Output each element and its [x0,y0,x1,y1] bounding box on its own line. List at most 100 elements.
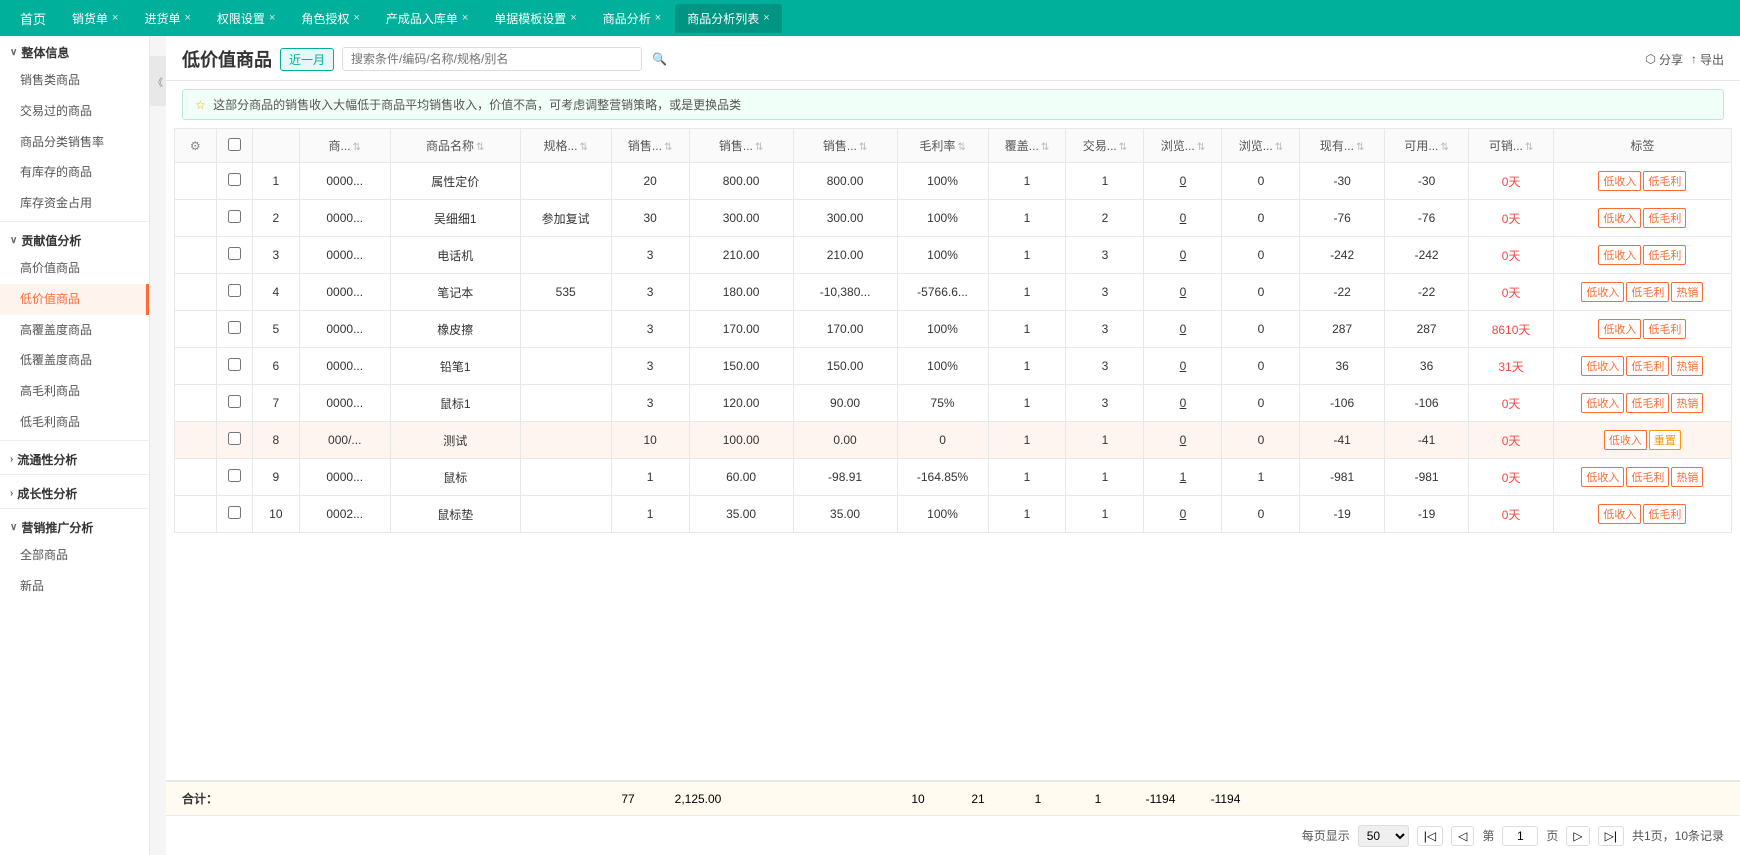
table-row: 5 0000... 橡皮擦 3 170.00 170.00 100% 1 3 0… [175,311,1732,348]
cell-checkbox[interactable] [216,163,252,200]
prev-page-button[interactable]: ◁ [1451,826,1474,846]
sidebar-item-low-value[interactable]: 低价值商品 [0,284,149,315]
search-icon[interactable]: 🔍 [652,52,667,66]
nav-home[interactable]: 首页 [8,3,58,34]
row-checkbox[interactable] [228,469,241,482]
cell-checkbox[interactable] [216,496,252,533]
views-link[interactable]: 0 [1180,174,1187,188]
sidebar-item-new-products[interactable]: 新品 [0,571,149,602]
cell-checkbox[interactable] [216,274,252,311]
views-link[interactable]: 0 [1180,433,1187,447]
export-icon: ↑ [1691,52,1697,66]
row-checkbox[interactable] [228,432,241,445]
settings-icon[interactable]: ⚙ [190,139,201,153]
share-button[interactable]: ⬡ 分享 [1645,51,1683,68]
row-checkbox[interactable] [228,395,241,408]
sidebar-group-marketing[interactable]: ∨ 营销推广分析 [0,511,149,540]
sidebar-item-high-margin[interactable]: 高毛利商品 [0,376,149,407]
row-checkbox[interactable] [228,506,241,519]
views-link[interactable]: 0 [1180,507,1187,521]
cell-qty: 3 [611,311,689,348]
row-checkbox[interactable] [228,173,241,186]
col-product-code[interactable]: 商...⇅ [299,129,390,163]
search-input[interactable] [342,47,642,71]
cell-checkbox[interactable] [216,459,252,496]
views-link[interactable]: 0 [1180,359,1187,373]
col-profit[interactable]: 销售...⇅ [793,129,897,163]
col-spec[interactable]: 规格...⇅ [520,129,611,163]
views-link[interactable]: 0 [1180,211,1187,225]
sidebar-group-contribution[interactable]: ∨ 贡献值分析 [0,224,149,253]
nav-close-icon[interactable]: × [763,12,769,24]
page-number-input[interactable] [1502,826,1538,846]
sidebar-item-inventory-capital[interactable]: 库存资金占用 [0,188,149,219]
export-button[interactable]: ↑ 导出 [1691,51,1724,68]
nav-sales-order[interactable]: 销货单 × [60,4,130,33]
nav-close-icon[interactable]: × [655,12,661,24]
nav-close-icon[interactable]: × [570,12,576,24]
cell-checkbox[interactable] [216,200,252,237]
filter-recent-month-button[interactable]: 近一月 [280,48,334,71]
sidebar-item-high-coverage[interactable]: 高覆盖度商品 [0,315,149,346]
nav-close-icon[interactable]: × [184,12,190,24]
nav-close-icon[interactable]: × [112,12,118,24]
sidebar-group-circulation[interactable]: › 流通性分析 [0,443,149,472]
row-checkbox[interactable] [228,321,241,334]
cell-checkbox[interactable] [216,311,252,348]
page-size-select[interactable]: 50 100 200 [1358,825,1409,847]
sidebar-item-in-stock-products[interactable]: 有库存的商品 [0,157,149,188]
sidebar-group-overall[interactable]: ∨ 整体信息 [0,36,149,65]
nav-close-icon[interactable]: × [462,12,468,24]
col-stock[interactable]: 现有...⇅ [1300,129,1384,163]
col-amount[interactable]: 销售...⇅ [689,129,793,163]
nav-close-icon[interactable]: × [269,12,275,24]
nav-template-settings[interactable]: 单据模板设置 × [482,4,588,33]
next-page-button[interactable]: ▷ [1566,826,1589,846]
views-link[interactable]: 0 [1180,285,1187,299]
col-days[interactable]: 可销...⇅ [1469,129,1553,163]
nav-role-auth[interactable]: 角色授权 × [289,4,371,33]
table-row: 2 0000... 吴细细1 参加复试 30 300.00 300.00 100… [175,200,1732,237]
col-coverage[interactable]: 覆盖...⇅ [988,129,1066,163]
col-transactions[interactable]: 交易...⇅ [1066,129,1144,163]
nav-purchase-order[interactable]: 进货单 × [132,4,202,33]
views-link[interactable]: 0 [1180,322,1187,336]
last-page-button[interactable]: ▷| [1598,826,1624,846]
col-qty[interactable]: 销售...⇅ [611,129,689,163]
cell-settings [175,274,217,311]
sidebar-item-category-sales-rate[interactable]: 商品分类销售率 [0,127,149,158]
sidebar-collapse-button[interactable]: 《 [150,56,166,106]
nav-product-analysis[interactable]: 商品分析 × [591,4,673,33]
sidebar-item-low-margin[interactable]: 低毛利商品 [0,407,149,438]
select-all-checkbox[interactable] [228,138,241,151]
nav-product-analysis-list[interactable]: 商品分析列表 × [675,4,781,33]
col-settings[interactable]: ⚙ [175,129,217,163]
sidebar-item-sales-products[interactable]: 销售类商品 [0,65,149,96]
nav-close-icon[interactable]: × [353,12,359,24]
cell-checkbox[interactable] [216,237,252,274]
first-page-button[interactable]: |◁ [1417,826,1443,846]
sidebar-group-growth[interactable]: › 成长性分析 [0,477,149,506]
sidebar-item-high-value[interactable]: 高价值商品 [0,253,149,284]
cell-checkbox[interactable] [216,385,252,422]
views-link[interactable]: 0 [1180,396,1187,410]
cell-checkbox[interactable] [216,422,252,459]
row-checkbox[interactable] [228,284,241,297]
col-views[interactable]: 浏览...⇅ [1144,129,1222,163]
nav-permissions[interactable]: 权限设置 × [205,4,287,33]
sidebar-item-low-coverage[interactable]: 低覆盖度商品 [0,345,149,376]
nav-product-inbound[interactable]: 产成品入库单 × [374,4,480,33]
cell-checkbox[interactable] [216,348,252,385]
sidebar-item-traded-products[interactable]: 交易过的商品 [0,96,149,127]
row-checkbox[interactable] [228,210,241,223]
row-checkbox[interactable] [228,247,241,260]
views-link[interactable]: 0 [1180,248,1187,262]
row-checkbox[interactable] [228,358,241,371]
col-avail[interactable]: 可用...⇅ [1384,129,1468,163]
col-view-conv[interactable]: 浏览...⇅ [1222,129,1300,163]
col-margin[interactable]: 毛利率⇅ [897,129,988,163]
col-product-name[interactable]: 商品名称⇅ [390,129,520,163]
cell-code: 000/... [299,422,390,459]
sidebar-item-all-products[interactable]: 全部商品 [0,540,149,571]
views-link[interactable]: 1 [1180,470,1187,484]
